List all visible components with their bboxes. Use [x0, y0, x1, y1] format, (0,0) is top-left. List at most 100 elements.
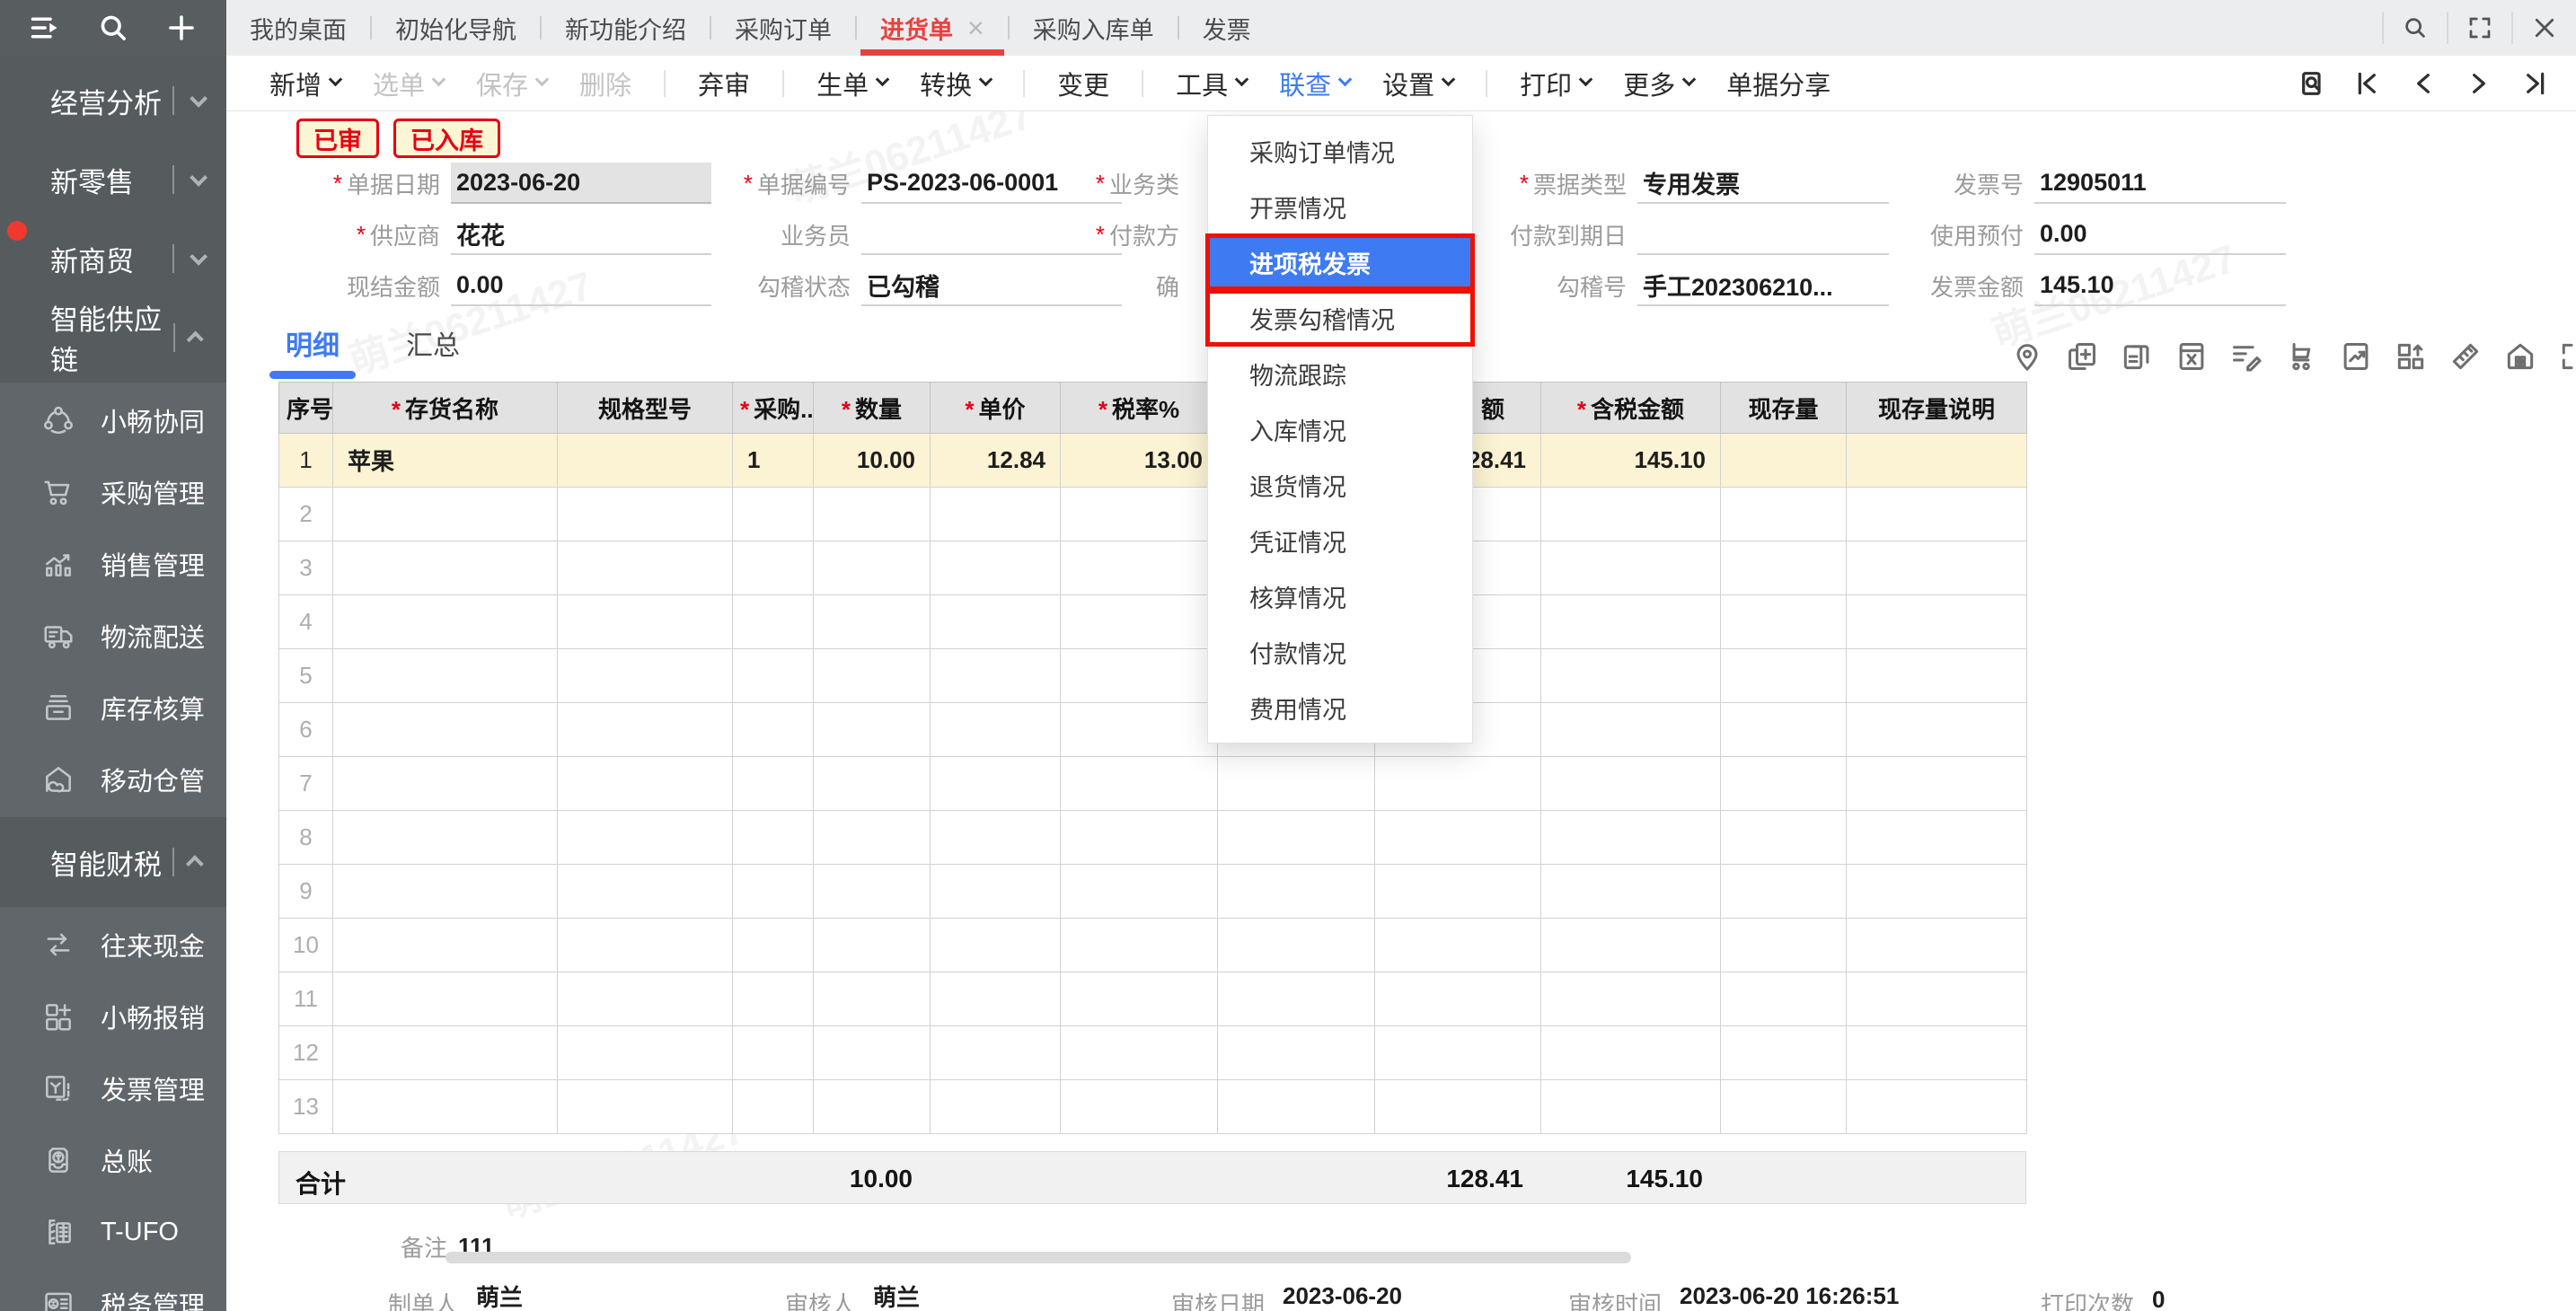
menu-item-accounting-status[interactable]: 核算情况 — [1208, 568, 1472, 624]
share-doc-button[interactable]: 单据分享 — [1726, 65, 1831, 102]
tools-button[interactable]: 工具 — [1176, 65, 1247, 102]
sidebar-group-finance[interactable]: 智能财税 — [0, 823, 226, 902]
close-icon[interactable] — [2511, 12, 2576, 44]
menu-item-invoice-check-status[interactable]: 发票勾稽情况 — [1208, 290, 1472, 346]
grid-empty-row[interactable]: 7 — [279, 757, 2027, 811]
sidebar-item-collab[interactable]: 小畅协同 — [0, 384, 226, 456]
tab-summary[interactable]: 汇总 — [399, 323, 467, 379]
menu-item-input-tax-invoice[interactable]: 进项税发票 — [1208, 234, 1472, 290]
sidebar-group-supply-chain[interactable]: 智能供应链 — [0, 298, 226, 377]
tab-my-desktop[interactable]: 我的桌面 — [226, 0, 370, 56]
layout-up-icon[interactable] — [2394, 339, 2428, 374]
generate-doc-button[interactable]: 生单 — [816, 65, 887, 102]
grid-empty-row[interactable]: 11 — [279, 972, 2027, 1026]
col-price[interactable]: *单价 — [931, 383, 1061, 434]
batch-edit-icon[interactable] — [2229, 339, 2263, 374]
search-icon[interactable] — [95, 10, 131, 46]
sidebar-group-trade[interactable]: 新商贸 — [0, 219, 226, 298]
prev-page-icon[interactable] — [2409, 69, 2438, 98]
close-icon[interactable]: × — [967, 12, 984, 45]
grid-empty-row[interactable]: 5 — [279, 649, 2027, 703]
tab-invoice[interactable]: 发票 — [1179, 0, 1275, 56]
sidebar-item-logistics[interactable]: 物流配送 — [0, 600, 226, 672]
sidebar-item-mobile-warehouse[interactable]: 移动仓管 — [0, 743, 226, 815]
menu-item-invoicing-status[interactable]: 开票情况 — [1208, 179, 1472, 234]
sidebar-item-tufo[interactable]: T-UFO — [0, 1196, 226, 1268]
fullscreen-icon[interactable] — [2558, 339, 2576, 374]
prepay-input[interactable]: 0.00 — [2034, 214, 2286, 255]
menu-item-voucher-status[interactable]: 凭证情况 — [1208, 513, 1472, 568]
sidebar-group-analytics[interactable]: 经营分析 — [0, 61, 226, 140]
menu-icon[interactable] — [27, 10, 63, 46]
warehouse-icon[interactable] — [2503, 339, 2537, 374]
fullscreen-icon[interactable] — [2447, 12, 2511, 44]
export-excel-icon[interactable] — [2175, 339, 2209, 374]
col-item-name[interactable]: *存货名称 — [333, 383, 558, 434]
sidebar-item-invoice[interactable]: 发票管理 — [0, 1052, 226, 1124]
grid-empty-row[interactable]: 10 — [279, 919, 2027, 972]
tab-init-nav[interactable]: 初始化导航 — [372, 0, 540, 56]
copy-add-icon[interactable] — [2065, 339, 2099, 374]
col-spec[interactable]: 规格型号 — [558, 383, 733, 434]
tab-new-features[interactable]: 新功能介绍 — [542, 0, 710, 56]
tab-detail[interactable]: 明细 — [278, 323, 347, 379]
sidebar-item-sales[interactable]: 销售管理 — [0, 528, 226, 600]
last-page-icon[interactable] — [2520, 69, 2549, 98]
col-qty[interactable]: *数量 — [814, 383, 931, 434]
grid-row-1[interactable]: 1 苹果 1 10.00 12.84 13.00 128.41 145.10 — [279, 434, 2027, 488]
grid-empty-row[interactable]: 3 — [279, 541, 2027, 595]
location-icon[interactable] — [2010, 339, 2044, 374]
print-button[interactable]: 打印 — [1520, 65, 1591, 102]
search-icon[interactable] — [2382, 12, 2447, 44]
sidebar-item-cash[interactable]: 往来现金 — [0, 909, 226, 981]
paste-icon[interactable] — [2120, 339, 2154, 374]
invoice-amount-input[interactable]: 145.10 — [2034, 265, 2286, 306]
select-doc-button[interactable]: 选单 — [373, 65, 444, 102]
more-button[interactable]: 更多 — [1623, 65, 1694, 102]
col-seq[interactable]: 序号 — [279, 383, 333, 434]
col-tax-rate[interactable]: *税率% — [1061, 383, 1218, 434]
linked-query-button[interactable]: 联查 — [1279, 65, 1350, 102]
settings-button[interactable]: 设置 — [1382, 65, 1453, 102]
tab-purchase-order[interactable]: 采购订单 — [711, 0, 855, 56]
grid-empty-row[interactable]: 13 — [279, 1080, 2027, 1134]
col-tax-incl[interactable]: *含税金额 — [1541, 383, 1721, 434]
grid-empty-row[interactable]: 8 — [279, 811, 2027, 865]
tab-purchase-receipt[interactable]: 进货单 × — [857, 0, 1008, 56]
next-page-icon[interactable] — [2465, 69, 2493, 98]
menu-item-logistics-tracking[interactable]: 物流跟踪 — [1208, 346, 1472, 401]
menu-item-return-status[interactable]: 退货情况 — [1208, 457, 1472, 513]
sidebar-item-ledger[interactable]: 总账 — [0, 1124, 226, 1196]
invoice-no-input[interactable]: 12905011 — [2034, 163, 2286, 204]
sidebar-group-retail[interactable]: 新零售 — [0, 140, 226, 219]
convert-button[interactable]: 转换 — [920, 65, 991, 102]
sidebar-item-purchase[interactable]: 采购管理 — [0, 456, 226, 528]
col-stock[interactable]: 现存量 — [1721, 383, 1847, 434]
grid-empty-row[interactable]: 12 — [279, 1026, 2027, 1080]
save-button[interactable]: 保存 — [476, 65, 547, 102]
menu-item-payment-status[interactable]: 付款情况 — [1208, 624, 1472, 680]
col-stock-note[interactable]: 现存量说明 — [1847, 383, 2027, 434]
grid-empty-row[interactable]: 9 — [279, 865, 2027, 919]
menu-item-inbound-status[interactable]: 入库情况 — [1208, 401, 1472, 457]
unaudit-button[interactable]: 弃审 — [698, 65, 750, 102]
first-page-icon[interactable] — [2353, 69, 2382, 98]
sidebar-item-expense[interactable]: 小畅报销 — [0, 981, 226, 1052]
add-button[interactable]: 新增 — [269, 65, 340, 102]
col-purchase[interactable]: *采购... — [733, 383, 814, 434]
tab-purchase-inbound[interactable]: 采购入库单 — [1010, 0, 1178, 56]
horizontal-scrollbar[interactable] — [446, 1252, 1631, 1263]
doc-trend-icon[interactable] — [2339, 339, 2373, 374]
add-icon[interactable] — [163, 10, 199, 46]
ruler-icon[interactable] — [2448, 339, 2483, 374]
grid-empty-row[interactable]: 4 — [279, 595, 2027, 649]
sidebar-item-tax[interactable]: 税务管理 — [0, 1268, 226, 1311]
menu-item-purchase-order-status[interactable]: 采购订单情况 — [1208, 123, 1472, 179]
sidebar-item-inventory[interactable]: 库存核算 — [0, 672, 226, 743]
delete-button[interactable]: 删除 — [579, 65, 631, 102]
grid-empty-row[interactable]: 2 — [279, 488, 2027, 541]
menu-item-expense-status[interactable]: 费用情况 — [1208, 680, 1472, 735]
cart-icon[interactable] — [2284, 339, 2318, 374]
doc-search-icon[interactable] — [2298, 69, 2326, 98]
grid-empty-row[interactable]: 6 — [279, 703, 2027, 757]
